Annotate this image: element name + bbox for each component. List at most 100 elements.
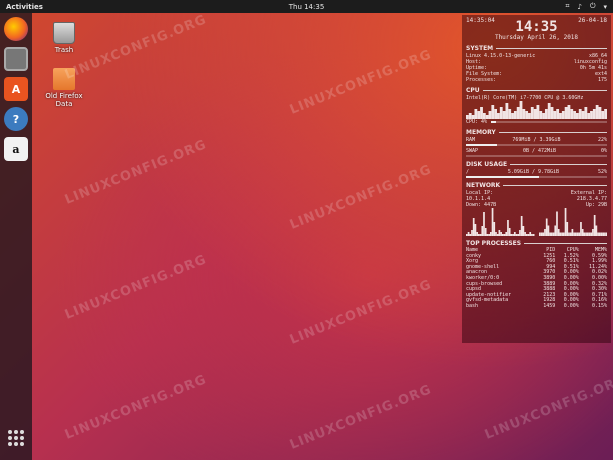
conky-panel: 14:35:04 26-04-18 14:35 Thursday April 2… [462,15,611,343]
graph-bar [472,218,475,236]
trash-desktop-icon[interactable]: Trash [36,22,92,54]
graph-bar [601,232,604,236]
conky-time-small: 14:35:04 [466,17,495,24]
graph-bar [574,232,577,236]
trash-icon [53,22,75,44]
system-info-key: Processes: [466,77,497,83]
watermark: LINUXCONFIG.ORG [62,137,209,208]
graph-bar [577,232,580,236]
graph-bar [493,222,496,236]
graph-bar [533,109,537,119]
graph-bar [550,232,553,236]
graph-bar [505,103,509,119]
graph-bar [477,234,480,236]
top-bar: Activities Thu 14:35 ⌗ ♪ ⏻ ▾ [0,0,613,13]
ram-bar [466,144,607,146]
graph-bar [573,111,576,119]
graph-bar [583,232,585,236]
graph-bar [581,111,585,119]
graph-bar [543,229,546,236]
graph-bar [494,109,498,119]
graph-bar [522,226,525,236]
graph-bar [598,232,601,236]
firefox-icon[interactable] [4,17,28,41]
system-tray[interactable]: ⌗ ♪ ⏻ ▾ [566,2,607,11]
graph-bar [604,109,607,119]
cpu-usage-label: CPU: 4% [466,119,488,125]
graph-bar [553,111,557,119]
swap-percent: 0% [600,148,607,154]
graph-bar [555,211,558,236]
graph-bar [601,111,605,119]
conky-date-short: 26-04-18 [578,17,607,24]
graph-bar [488,111,492,119]
graph-bar [519,230,521,236]
graph-bar [501,234,504,236]
process-cell: bash [466,302,479,309]
graph-bar [467,232,470,236]
graph-bar [567,105,571,119]
folder-desktop-icon[interactable]: Old Firefox Data [36,68,92,108]
graph-bar [488,234,490,236]
graph-bar [589,232,592,236]
files-icon[interactable] [4,47,28,71]
graph-bar [538,232,541,236]
graph-bar [503,234,506,236]
graph-bar [565,222,568,236]
cpu-graph [466,101,607,119]
graph-bar [550,107,554,119]
graph-bar [591,229,594,236]
download-graph [466,208,535,236]
graph-bar [567,232,570,236]
system-info-row: Processes: 175 [466,77,607,83]
activities-button[interactable]: Activities [6,3,43,11]
swap-value: 0B / 472MiB [522,148,557,154]
graph-bar [603,232,606,236]
graph-bar [495,232,497,236]
system-info-value: 175 [597,77,607,83]
software-icon[interactable]: A [4,77,28,101]
graph-bar [474,224,477,236]
graph-bar [556,109,560,119]
graph-bar [489,232,492,236]
clock-button[interactable]: Thu 14:35 [289,3,325,11]
power-icon: ⏻ [589,2,596,10]
show-applications-icon[interactable] [8,430,24,446]
process-cell: 1459 [543,302,556,309]
graph-bar [515,234,518,236]
graph-bar [469,234,472,236]
graph-bar [491,208,494,236]
graph-bar [524,232,526,236]
graph-bar [588,232,590,236]
trash-label: Trash [54,46,74,54]
graph-bar [525,234,528,236]
graph-bar [545,218,548,236]
processes-table: Name PID CPU% MEM% conky 1251 1.52% 0.59% Xorg 7… [466,247,607,310]
watermark: LINUXCONFIG.ORG [287,382,434,453]
process-cell: 0.15% [591,302,607,309]
graph-bar [581,229,584,236]
graph-bar [560,232,563,236]
volume-icon: ♪ [577,2,582,11]
graph-bar [559,232,561,236]
graph-bar [564,107,568,119]
swap-label: SWAP [466,148,479,154]
graph-bar [513,111,517,119]
amazon-icon[interactable]: a [4,137,28,161]
graph-bar [466,234,468,236]
help-icon[interactable]: ? [4,107,28,131]
graph-bar [499,107,503,119]
graph-bar [481,226,484,236]
memory-section-title: MEMORY [466,129,607,136]
graph-bar [483,212,485,236]
disk-section-title: DISK USAGE [466,161,607,168]
ram-label: RAM [466,137,476,143]
graph-bar [471,230,473,236]
swap-bar [466,155,607,157]
graph-bar [540,232,542,236]
graph-bar [592,109,596,119]
graph-bar [590,111,593,119]
watermark: LINUXCONFIG.ORG [62,252,209,323]
graph-bar [557,229,560,236]
graph-bar [593,215,596,236]
